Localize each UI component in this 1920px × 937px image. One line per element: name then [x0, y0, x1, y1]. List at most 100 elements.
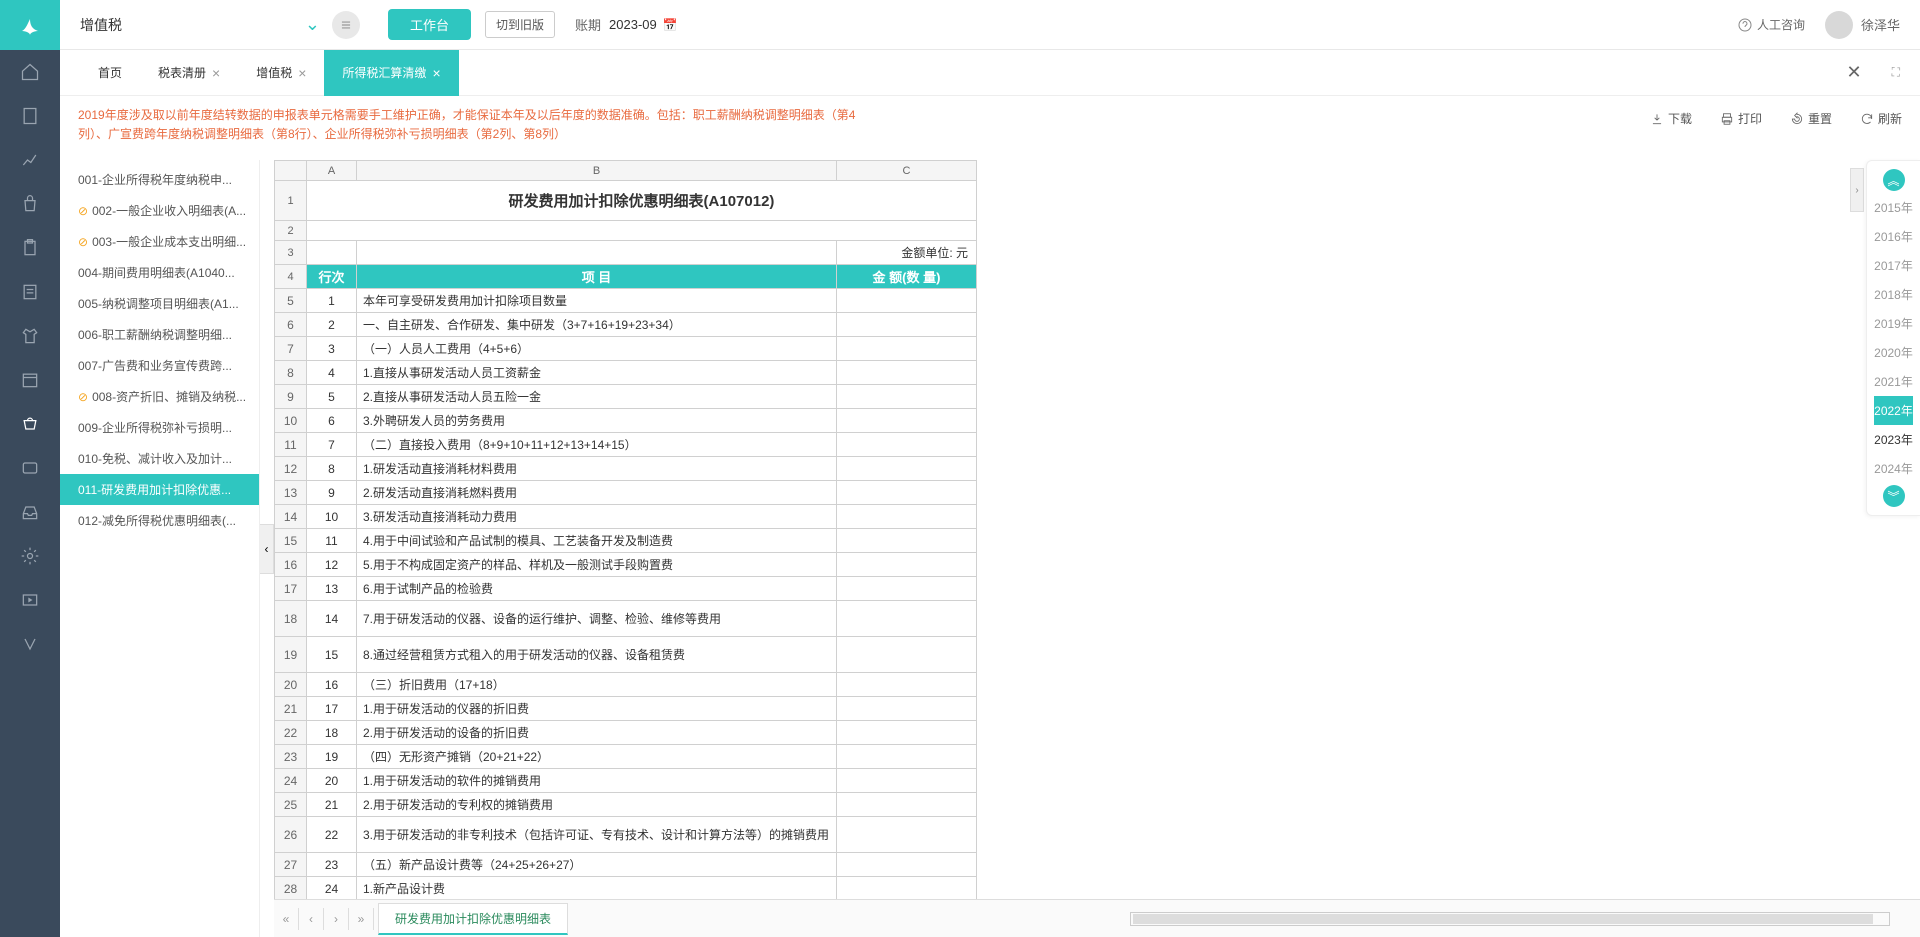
cell-item[interactable]: 1.新产品设计费: [357, 877, 837, 900]
cell-amount[interactable]: [837, 853, 977, 877]
cell-item[interactable]: （五）新产品设计费等（24+25+26+27）: [357, 853, 837, 877]
tab-0[interactable]: 首页: [80, 50, 140, 96]
cell-item[interactable]: （三）折旧费用（17+18）: [357, 673, 837, 697]
cell-rownum[interactable]: 2: [307, 313, 357, 337]
year-up-button[interactable]: ︽: [1883, 169, 1905, 191]
cell-amount[interactable]: [837, 457, 977, 481]
form-item-7[interactable]: ⊘008-资产折旧、摊销及纳税...: [60, 381, 259, 412]
cell-rownum[interactable]: 24: [307, 877, 357, 900]
form-item-5[interactable]: 006-职工薪酬纳税调整明细...: [60, 319, 259, 350]
year-option[interactable]: 2015年: [1874, 193, 1913, 222]
cell-rownum[interactable]: 3: [307, 337, 357, 361]
form-item-3[interactable]: 004-期间费用明细表(A1040...: [60, 257, 259, 288]
sheet-last-button[interactable]: »: [349, 908, 374, 930]
cell-item[interactable]: 2.用于研发活动的设备的折旧费: [357, 721, 837, 745]
cell-amount[interactable]: [837, 601, 977, 637]
tab-close-icon[interactable]: ×: [212, 65, 220, 81]
nav-inbox-icon[interactable]: [0, 490, 60, 534]
cell-rownum[interactable]: 11: [307, 529, 357, 553]
cell-item[interactable]: 6.用于试制产品的检验费: [357, 577, 837, 601]
cell-rownum[interactable]: 1: [307, 289, 357, 313]
sheet-first-button[interactable]: «: [274, 908, 299, 930]
collapse-sidebar-handle[interactable]: ‹: [260, 524, 274, 574]
cell-item[interactable]: 5.用于不构成固定资产的样品、样机及一般测试手段购置费: [357, 553, 837, 577]
year-option[interactable]: 2017年: [1874, 251, 1913, 280]
cell-rownum[interactable]: 21: [307, 793, 357, 817]
old-version-button[interactable]: 切到旧版: [485, 11, 555, 38]
tab-3[interactable]: 所得税汇算清缴×: [324, 50, 458, 96]
cell-rownum[interactable]: 6: [307, 409, 357, 433]
row-header[interactable]: 1: [275, 181, 307, 221]
nav-doc-icon[interactable]: [0, 94, 60, 138]
period-value[interactable]: 2023-09: [609, 17, 657, 32]
cell-amount[interactable]: [837, 673, 977, 697]
form-item-0[interactable]: 001-企业所得税年度纳税申...: [60, 164, 259, 195]
reset-button[interactable]: 重置: [1790, 110, 1832, 127]
form-item-10[interactable]: 011-研发费用加计扣除优惠...: [60, 474, 259, 505]
cell-amount[interactable]: [837, 877, 977, 900]
cell-item[interactable]: 2.用于研发活动的专利权的摊销费用: [357, 793, 837, 817]
nav-shirt-icon[interactable]: [0, 314, 60, 358]
cell-amount[interactable]: [837, 769, 977, 793]
cell-item[interactable]: 7.用于研发活动的仪器、设备的运行维护、调整、检验、维修等费用: [357, 601, 837, 637]
cell-item[interactable]: （二）直接投入费用（8+9+10+11+12+13+14+15）: [357, 433, 837, 457]
cell-rownum[interactable]: 7: [307, 433, 357, 457]
cell-rownum[interactable]: 10: [307, 505, 357, 529]
cell-item[interactable]: （一）人员人工费用（4+5+6）: [357, 337, 837, 361]
form-item-6[interactable]: 007-广告费和业务宣传费跨...: [60, 350, 259, 381]
calendar-icon[interactable]: 📅: [663, 18, 678, 32]
year-option[interactable]: 2018年: [1874, 280, 1913, 309]
tab-1[interactable]: 税表清册×: [140, 50, 238, 96]
nav-clipboard-icon[interactable]: [0, 226, 60, 270]
download-button[interactable]: 下载: [1650, 110, 1692, 127]
cell-item[interactable]: 一、自主研发、合作研发、集中研发（3+7+16+19+23+34）: [357, 313, 837, 337]
nav-v-icon[interactable]: [0, 622, 60, 666]
cell-rownum[interactable]: 19: [307, 745, 357, 769]
cell-amount[interactable]: [837, 505, 977, 529]
year-option[interactable]: 2023年: [1874, 425, 1913, 454]
nav-home-icon[interactable]: [0, 50, 60, 94]
cell-amount[interactable]: [837, 313, 977, 337]
cell-amount[interactable]: [837, 481, 977, 505]
cell-rownum[interactable]: 15: [307, 637, 357, 673]
cell-rownum[interactable]: 14: [307, 601, 357, 637]
refresh-button[interactable]: 刷新: [1860, 110, 1902, 127]
cell-amount[interactable]: [837, 793, 977, 817]
cell-rownum[interactable]: 23: [307, 853, 357, 877]
cell-rownum[interactable]: 5: [307, 385, 357, 409]
spreadsheet[interactable]: ABC1研发费用加计扣除优惠明细表(A107012)23金额单位: 元4行次项 …: [274, 160, 1920, 899]
cell-item[interactable]: 2.直接从事研发活动人员五险一金: [357, 385, 837, 409]
cell-rownum[interactable]: 17: [307, 697, 357, 721]
nav-video-icon[interactable]: [0, 578, 60, 622]
year-option[interactable]: 2016年: [1874, 222, 1913, 251]
horizontal-scrollbar[interactable]: [1130, 912, 1890, 926]
cell-item[interactable]: 3.研发活动直接消耗动力费用: [357, 505, 837, 529]
cell-rownum[interactable]: 22: [307, 817, 357, 853]
year-option[interactable]: 2021年: [1874, 367, 1913, 396]
close-all-tabs-button[interactable]: ✕: [1847, 62, 1862, 83]
list-toggle-button[interactable]: [332, 11, 360, 39]
cell-item[interactable]: 3.外聘研发人员的劳务费用: [357, 409, 837, 433]
cell-amount[interactable]: [837, 745, 977, 769]
year-option[interactable]: 2020年: [1874, 338, 1913, 367]
nav-gear-icon[interactable]: [0, 534, 60, 578]
cell-rownum[interactable]: 12: [307, 553, 357, 577]
cell-rownum[interactable]: 9: [307, 481, 357, 505]
cell-amount[interactable]: [837, 577, 977, 601]
nav-receipt-icon[interactable]: [0, 270, 60, 314]
year-down-button[interactable]: ︾: [1883, 485, 1905, 507]
cell-amount[interactable]: [837, 697, 977, 721]
cell-amount[interactable]: [837, 721, 977, 745]
cell-rownum[interactable]: 8: [307, 457, 357, 481]
form-item-9[interactable]: 010-免税、减计收入及加计...: [60, 443, 259, 474]
avatar[interactable]: [1825, 11, 1853, 39]
tab-close-icon[interactable]: ×: [432, 65, 440, 81]
cell-amount[interactable]: [837, 289, 977, 313]
form-item-1[interactable]: ⊘002-一般企业收入明细表(A...: [60, 195, 259, 226]
help-button[interactable]: 人工咨询: [1737, 16, 1805, 33]
nav-bag-icon[interactable]: [0, 182, 60, 226]
cell-item[interactable]: 2.研发活动直接消耗燃料费用: [357, 481, 837, 505]
nav-chart-icon[interactable]: [0, 138, 60, 182]
cell-amount[interactable]: [837, 637, 977, 673]
form-item-11[interactable]: 012-减免所得税优惠明细表(...: [60, 505, 259, 536]
